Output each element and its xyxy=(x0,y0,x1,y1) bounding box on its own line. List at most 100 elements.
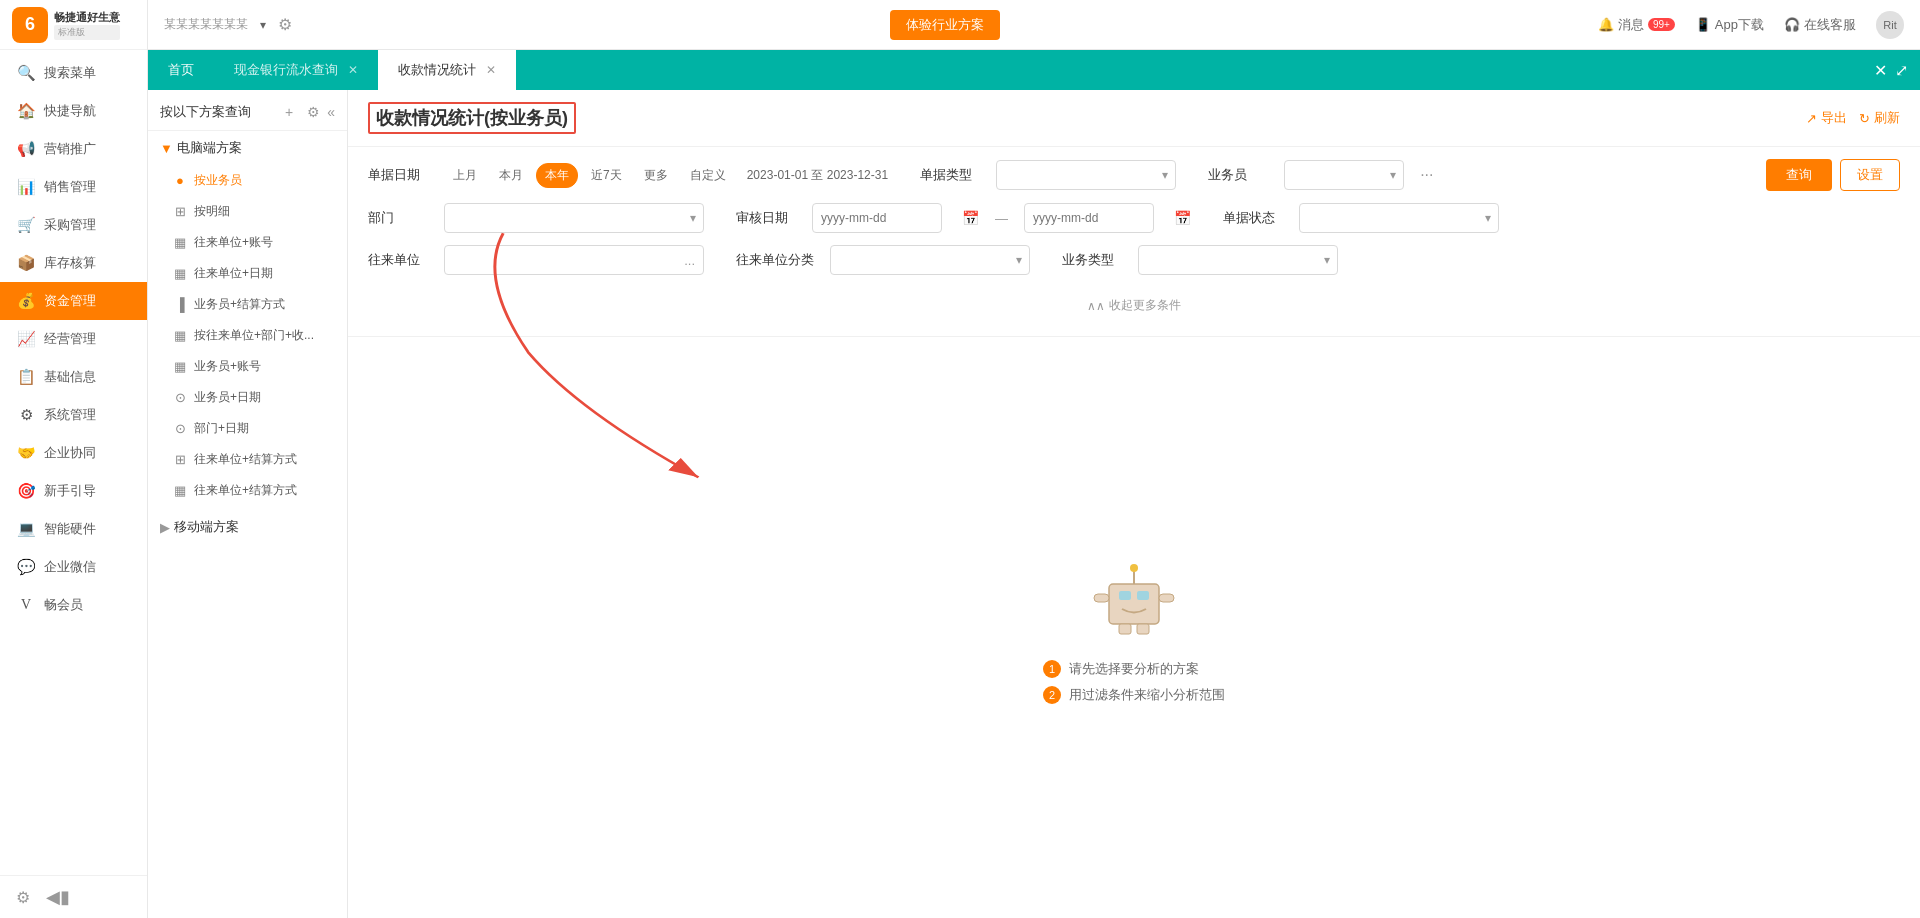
svg-rect-8 xyxy=(1137,624,1149,634)
sidebar-item-label: 经营管理 xyxy=(44,330,96,348)
sidebar-item-operation[interactable]: 📈 经营管理 xyxy=(0,320,147,358)
refresh-button[interactable]: ↻ 刷新 xyxy=(1859,109,1900,127)
menu-item-by-staff[interactable]: ● 按业务员 xyxy=(148,165,347,196)
by-staff-icon: ● xyxy=(172,173,188,188)
topbar-gear-icon[interactable]: ⚙ xyxy=(278,15,292,34)
sidebar-item-hardware[interactable]: 💻 智能硬件 xyxy=(0,510,147,548)
sidebar-item-inventory[interactable]: 📦 库存核算 xyxy=(0,244,147,282)
calendar-icon-1[interactable]: 📅 xyxy=(962,210,979,226)
menu-item-unit-settlement1[interactable]: ⊞ 往来单位+结算方式 xyxy=(148,444,347,475)
collapse-more-button[interactable]: ∧∧ 收起更多条件 xyxy=(368,287,1900,324)
refresh-icon: ↻ xyxy=(1859,111,1870,126)
svg-rect-0 xyxy=(1109,584,1159,624)
review-date-from-input[interactable] xyxy=(812,203,942,233)
sidebar-item-label: 智能硬件 xyxy=(44,520,96,538)
online-support-label: 在线客服 xyxy=(1804,16,1856,34)
section-pc[interactable]: ▼ 电脑端方案 xyxy=(148,131,347,165)
topbar-left: 某某某某某某某 ▾ ⚙ xyxy=(164,15,292,34)
tab-bank[interactable]: 现金银行流水查询 ✕ xyxy=(214,50,378,90)
section-mobile-label: 移动端方案 xyxy=(174,518,239,536)
section-mobile[interactable]: ▶ 移动端方案 xyxy=(148,510,347,544)
mobile-section-arrow: ▶ xyxy=(160,520,170,535)
sidebar-item-guide[interactable]: 🎯 新手引导 xyxy=(0,472,147,510)
tab-bank-close[interactable]: ✕ xyxy=(348,63,358,77)
preset-this-year[interactable]: 本年 xyxy=(536,163,578,188)
tab-home[interactable]: 首页 xyxy=(148,50,214,90)
sidebar-item-search[interactable]: 🔍 搜索菜单 xyxy=(0,54,147,92)
sidebar-item-quick-nav[interactable]: 🏠 快捷导航 xyxy=(0,92,147,130)
user-avatar[interactable]: Rit xyxy=(1876,11,1904,39)
sidebar-item-sales[interactable]: 📊 销售管理 xyxy=(0,168,147,206)
grid-icon-2: ⊞ xyxy=(172,452,188,467)
sidebar-item-wechat[interactable]: 💬 企业微信 xyxy=(0,548,147,586)
online-support-item[interactable]: 🎧 在线客服 xyxy=(1784,16,1856,34)
staff-more-icon[interactable]: ··· xyxy=(1420,166,1433,184)
preset-custom[interactable]: 自定义 xyxy=(681,163,735,188)
svg-rect-2 xyxy=(1137,591,1149,600)
search-icon: 🔍 xyxy=(16,64,36,82)
sidebar-item-marketing[interactable]: 📢 营销推广 xyxy=(0,130,147,168)
footer-settings-icon[interactable]: ⚙ xyxy=(16,888,30,907)
voucher-status-select[interactable] xyxy=(1299,203,1499,233)
solution-button[interactable]: 体验行业方案 xyxy=(890,10,1000,40)
sidebar-item-enterprise[interactable]: 🤝 企业协同 xyxy=(0,434,147,472)
dept-select[interactable] xyxy=(444,203,704,233)
table-icon-1: ▦ xyxy=(172,235,188,250)
page-title-bar: 收款情况统计(按业务员) ↗ 导出 ↻ 刷新 xyxy=(348,90,1920,147)
menu-item-unit-settlement2[interactable]: ▦ 往来单位+结算方式 xyxy=(148,475,347,506)
maximize-icon[interactable]: ⤢ xyxy=(1895,61,1908,80)
sidebar-item-basic[interactable]: 📋 基础信息 xyxy=(0,358,147,396)
menu-item-unit-settlement2-label: 往来单位+结算方式 xyxy=(194,482,297,499)
sidebar-item-purchase[interactable]: 🛒 采购管理 xyxy=(0,206,147,244)
sidebar-item-finance[interactable]: 💰 资金管理 xyxy=(0,282,147,320)
sidebar-item-system[interactable]: ⚙ 系统管理 xyxy=(0,396,147,434)
menu-item-unit-settlement1-label: 往来单位+结算方式 xyxy=(194,451,297,468)
menu-item-by-detail[interactable]: ⊞ 按明细 xyxy=(148,196,347,227)
tab-collection[interactable]: 收款情况统计 ✕ xyxy=(378,50,516,90)
add-scheme-button[interactable]: + xyxy=(279,102,299,122)
counterpart-class-label: 往来单位分类 xyxy=(736,251,814,269)
preset-last-7[interactable]: 近7天 xyxy=(582,163,631,188)
topbar-right: 🔔 消息 99+ 📱 App下载 🎧 在线客服 Rit xyxy=(1598,11,1904,39)
close-window-icon[interactable]: ✕ xyxy=(1874,61,1887,80)
hardware-icon: 💻 xyxy=(16,520,36,538)
export-icon: ↗ xyxy=(1806,111,1817,126)
menu-item-unit-account-label: 往来单位+账号 xyxy=(194,234,273,251)
menu-item-unit-dept-collect[interactable]: ▦ 按往来单位+部门+收... xyxy=(148,320,347,351)
panel-collapse-button[interactable]: « xyxy=(327,104,335,120)
section-arrow-icon: ▼ xyxy=(160,141,173,156)
menu-item-dept-date[interactable]: ⊙ 部门+日期 xyxy=(148,413,347,444)
counterpart-dots[interactable]: ... xyxy=(684,253,695,268)
menu-item-staff-account[interactable]: ▦ 业务员+账号 xyxy=(148,351,347,382)
menu-item-unit-date[interactable]: ▦ 往来单位+日期 xyxy=(148,258,347,289)
step-1-text: 请先选择要分析的方案 xyxy=(1069,660,1199,678)
menu-item-staff-settlement[interactable]: ▐ 业务员+结算方式 xyxy=(148,289,347,320)
setting-button[interactable]: 设置 xyxy=(1840,159,1900,191)
staff-select[interactable] xyxy=(1284,160,1404,190)
calendar-icon-2[interactable]: 📅 xyxy=(1174,210,1191,226)
footer-collapse-icon[interactable]: ◀▮ xyxy=(46,886,70,908)
notifications-item[interactable]: 🔔 消息 99+ xyxy=(1598,16,1675,34)
menu-item-staff-date[interactable]: ⊙ 业务员+日期 xyxy=(148,382,347,413)
filter-section: 单据日期 上月 本月 本年 近7天 更多 自定义 2023-01-01 至 20… xyxy=(348,147,1920,337)
preset-more[interactable]: 更多 xyxy=(635,163,677,188)
breadcrumb: 某某某某某某某 xyxy=(164,16,248,33)
preset-this-month[interactable]: 本月 xyxy=(490,163,532,188)
preset-last-month[interactable]: 上月 xyxy=(444,163,486,188)
tab-collection-close[interactable]: ✕ xyxy=(486,63,496,77)
review-date-to-input[interactable] xyxy=(1024,203,1154,233)
sidebar-item-member[interactable]: V 畅会员 xyxy=(0,586,147,624)
query-button[interactable]: 查询 xyxy=(1766,159,1832,191)
breadcrumb-dropdown[interactable]: ▾ xyxy=(260,18,266,32)
menu-item-unit-account[interactable]: ▦ 往来单位+账号 xyxy=(148,227,347,258)
business-type-select[interactable] xyxy=(1138,245,1338,275)
left-panel-header-icons: + ⚙ « xyxy=(279,102,335,122)
app-download-item[interactable]: 📱 App下载 xyxy=(1695,16,1764,34)
logo-icon: 6 xyxy=(12,7,48,43)
menu-item-dept-date-label: 部门+日期 xyxy=(194,420,249,437)
voucher-type-select[interactable] xyxy=(996,160,1176,190)
scheme-gear-icon[interactable]: ⚙ xyxy=(303,102,323,122)
export-button[interactable]: ↗ 导出 xyxy=(1806,109,1847,127)
counterpart-class-select[interactable] xyxy=(830,245,1030,275)
basic-icon: 📋 xyxy=(16,368,36,386)
